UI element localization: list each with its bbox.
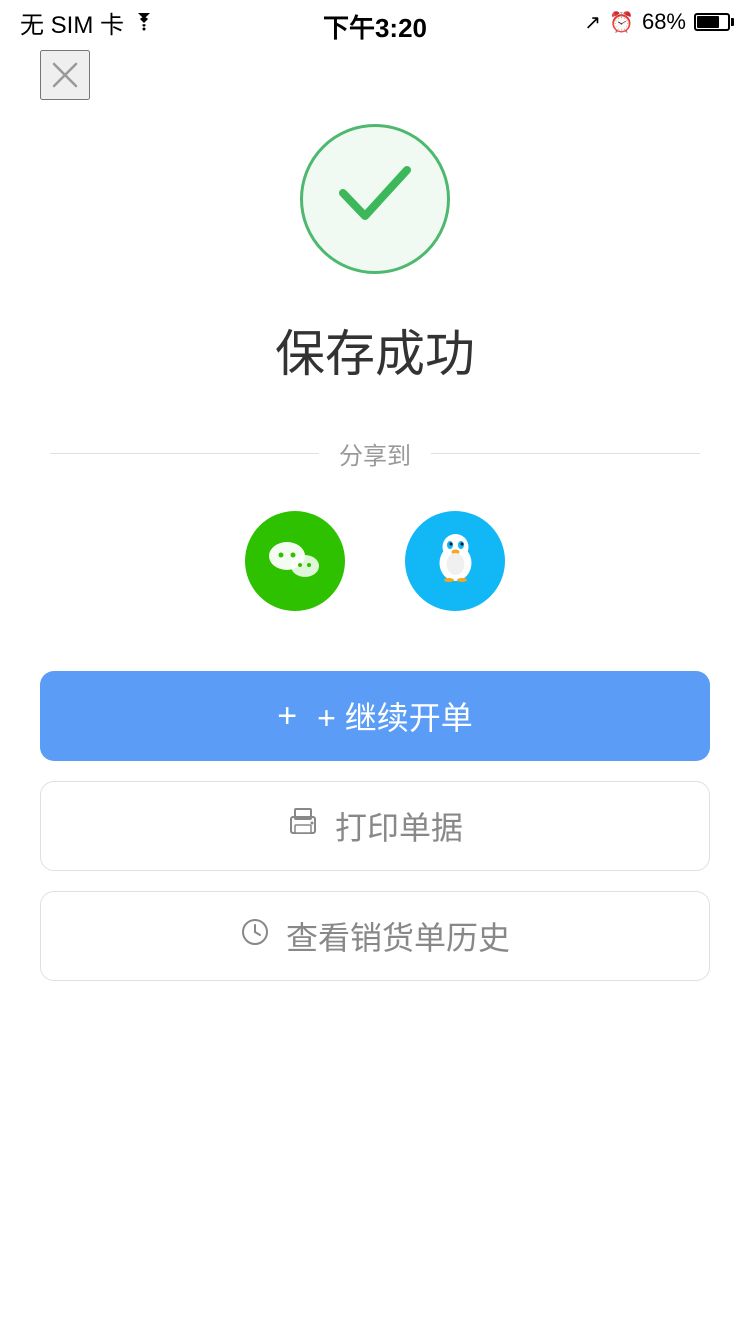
history-button[interactable]: 查看销货单历史 (40, 891, 710, 981)
print-button[interactable]: 打印单据 (40, 781, 710, 871)
checkmark-icon (335, 158, 415, 241)
divider-line-right (431, 453, 700, 454)
location-icon: ↗ (584, 10, 601, 35)
divider-line-left (50, 453, 319, 454)
status-time: 下午3:20 (323, 8, 427, 45)
close-icon (50, 60, 80, 90)
alarm-icon: ⏰ (609, 10, 634, 35)
wechat-icon (265, 536, 325, 586)
battery-percent: 68% (642, 9, 686, 35)
share-qq-button[interactable] (405, 511, 505, 611)
success-title: 保存成功 (275, 314, 475, 386)
buttons-section: + + 继续开单 打印单据 (0, 671, 750, 981)
wifi-icon (132, 13, 156, 31)
share-row (245, 511, 505, 611)
success-circle (300, 124, 450, 274)
status-carrier: 无 SIM 卡 (20, 5, 156, 40)
qq-icon (428, 531, 483, 591)
close-button[interactable] (40, 50, 90, 100)
history-icon (240, 917, 270, 955)
continue-label: + 继续开单 (317, 693, 473, 739)
status-bar: 无 SIM 卡 下午3:20 ↗ ⏰ 68% (0, 0, 750, 44)
plus-icon: + (277, 697, 297, 736)
print-label: 打印单据 (335, 803, 463, 849)
history-label: 查看销货单历史 (286, 913, 510, 959)
main-content: 保存成功 分享到 (0, 44, 750, 981)
share-divider: 分享到 (0, 436, 750, 471)
share-wechat-button[interactable] (245, 511, 345, 611)
battery-icon (694, 13, 730, 31)
status-right: ↗ ⏰ 68% (584, 9, 730, 35)
print-icon (287, 807, 319, 845)
continue-button[interactable]: + + 继续开单 (40, 671, 710, 761)
share-label: 分享到 (319, 436, 431, 471)
